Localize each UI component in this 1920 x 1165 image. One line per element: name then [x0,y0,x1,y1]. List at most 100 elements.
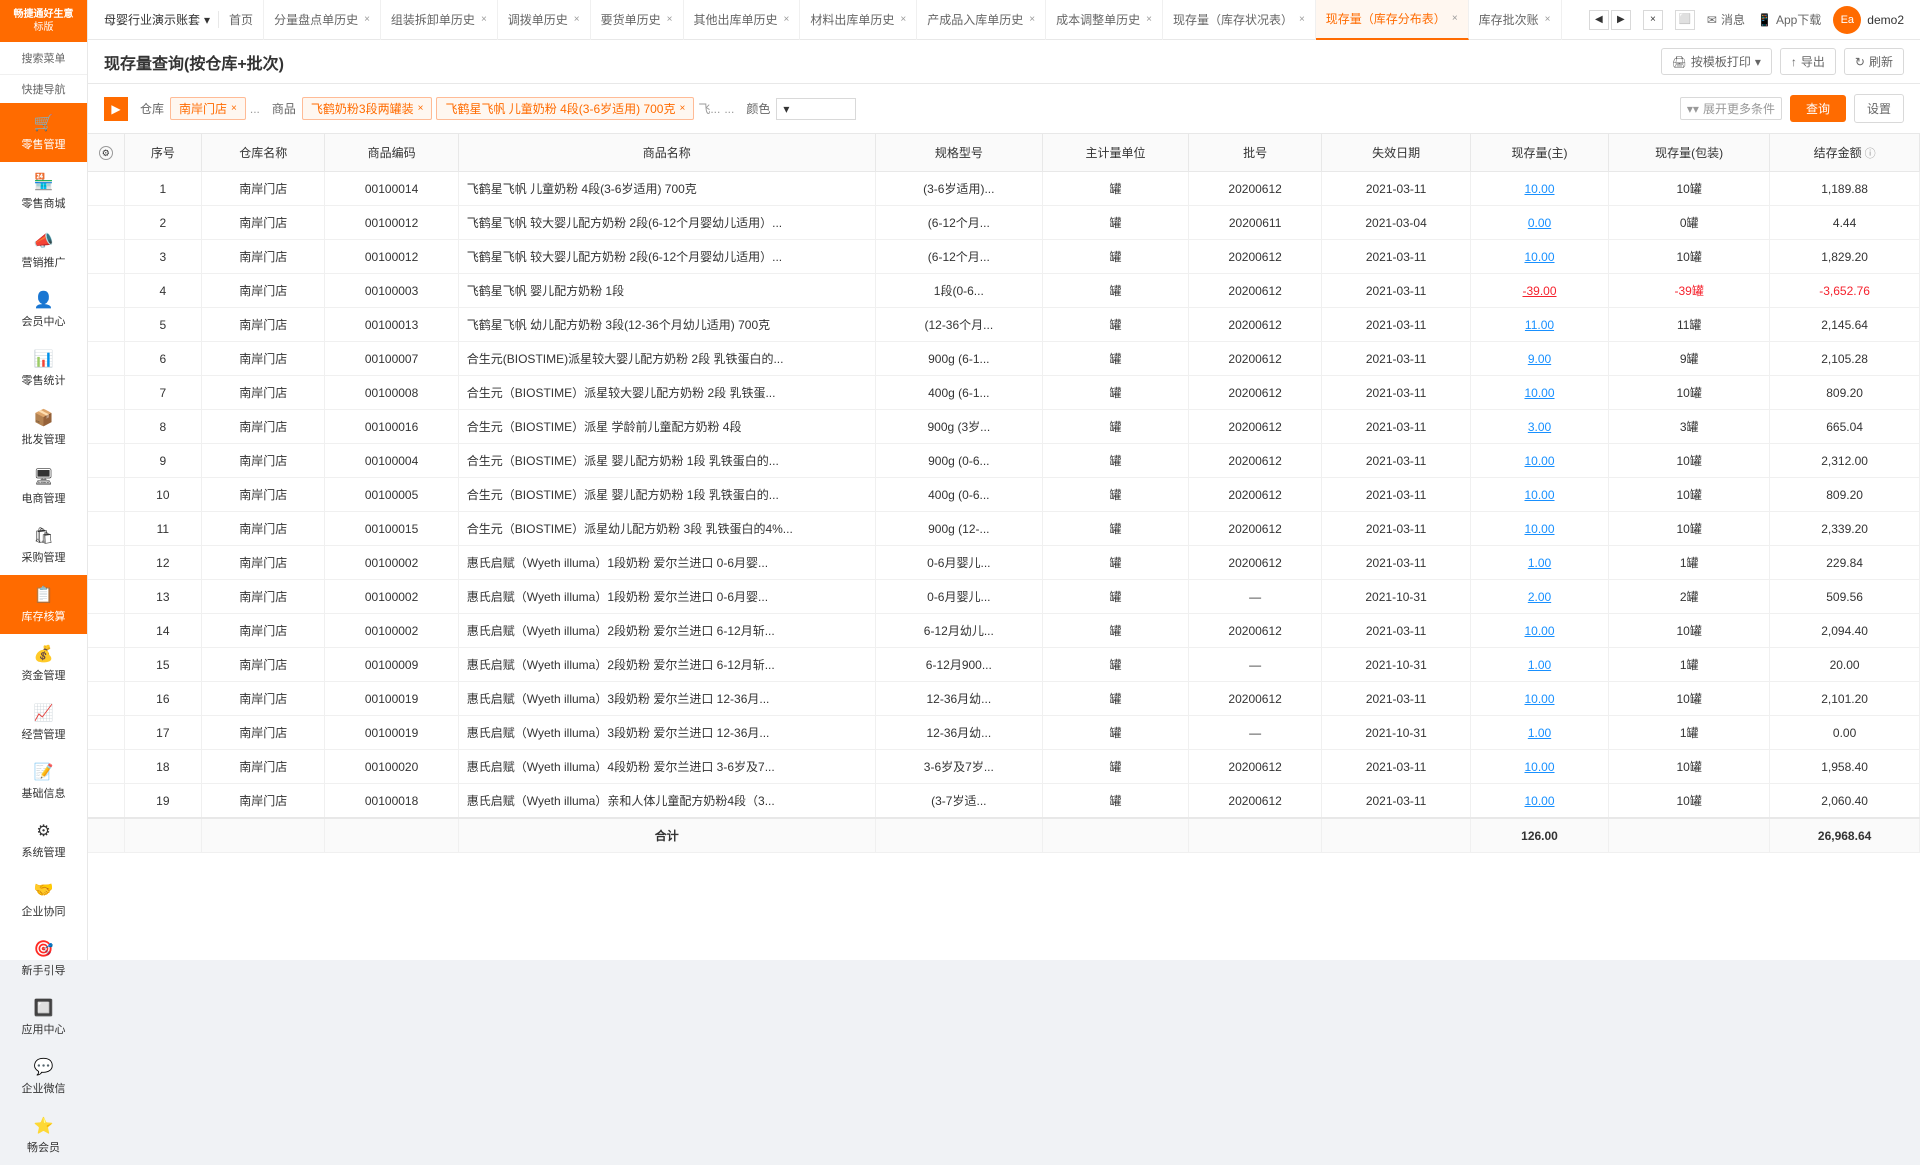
row-qty-main[interactable]: 10.00 [1470,512,1608,546]
sidebar-item-sys-mgmt[interactable]: ⚙ 系统管理 [0,811,87,870]
row-qty-main[interactable]: 11.00 [1470,308,1608,342]
table-row: 15 南岸门店 00100009 惠氏启赋（Wyeth illuma）2段奶粉 … [88,648,1920,682]
info-icon[interactable]: ⓘ [1865,145,1876,161]
sidebar-item-inventory[interactable]: 📋 库存核算 [0,575,87,634]
sidebar-item-retail-mgmt[interactable]: 🛒 零售管理 [0,103,87,162]
tab-cost-adjust-history[interactable]: 成本调整单历史 × [1046,0,1163,40]
warehouse-ellipsis[interactable]: ... [250,102,260,116]
row-expiry: 2021-03-11 [1322,308,1471,342]
tab-home[interactable]: 首页 [219,0,264,40]
tab-close-icon[interactable]: × [667,14,673,25]
color-dropdown[interactable]: ▾ [776,98,856,120]
print-button[interactable]: 🖨 按模板打印 ▾ [1661,48,1772,75]
product-tag-1-close[interactable]: × [418,103,424,114]
row-qty-main[interactable]: 10.00 [1470,478,1608,512]
row-qty-main[interactable]: 10.00 [1470,784,1608,819]
sidebar-item-finance[interactable]: 💰 资金管理 [0,634,87,693]
tab-close-all-btn[interactable]: × [1643,10,1663,30]
tab-material-out-history[interactable]: 材料出库单历史 × [800,0,917,40]
refresh-button[interactable]: ↻ 刷新 [1844,48,1904,75]
setting-button[interactable]: 设置 [1854,94,1904,123]
row-qty-main[interactable]: 10.00 [1470,240,1608,274]
query-button[interactable]: 查询 [1790,95,1846,122]
export-button[interactable]: ↑ 导出 [1780,48,1836,75]
sidebar-item-operations[interactable]: 📈 经营管理 [0,693,87,752]
tab-search-history[interactable]: 调拨单历史 × [498,0,591,40]
tab-product-in-history[interactable]: 产成品入库单历史 × [917,0,1046,40]
tab-close-icon[interactable]: × [481,14,487,25]
row-product-code: 00100019 [325,682,458,716]
tab-close-icon[interactable]: × [1452,13,1458,24]
sidebar-item-label: 批发管理 [22,431,66,447]
sidebar-item-app-center[interactable]: 🔲 应用中心 [0,988,87,1047]
sidebar-item-member[interactable]: 👤 会员中心 [0,280,87,339]
product-ellipsis[interactable]: 飞... [698,100,720,117]
filter-expand-button[interactable]: ▶ [104,97,128,121]
sidebar-item-retail-stats[interactable]: 📊 零售统计 [0,339,87,398]
product-more-ellipsis[interactable]: ... [724,102,734,116]
message-btn[interactable]: ✉ 消息 [1707,11,1745,28]
row-qty-main[interactable]: 1.00 [1470,716,1608,750]
row-expiry: 2021-03-11 [1322,478,1471,512]
tab-expand-btn[interactable]: ⬜ [1675,10,1695,30]
app-download-btn[interactable]: 📱 App下载 [1757,11,1821,28]
sidebar-item-members[interactable]: ⭐ 畅会员 [0,1106,87,1165]
row-qty-main[interactable]: 10.00 [1470,172,1608,206]
row-checkbox-cell [88,206,124,240]
user-profile[interactable]: Ea demo2 [1833,6,1904,34]
sidebar-item-cooperation[interactable]: 🤝 企业协同 [0,870,87,929]
tab-close-icon[interactable]: × [574,14,580,25]
row-qty-main[interactable]: 1.00 [1470,648,1608,682]
row-qty-main[interactable]: 3.00 [1470,410,1608,444]
tab-portion-history[interactable]: 分量盘点单历史 × [264,0,381,40]
unit-column-header: 主计量单位 [1043,134,1189,172]
tab-other-out-history[interactable]: 其他出库单历史 × [684,0,801,40]
tab-close-icon[interactable]: × [784,14,790,25]
industry-selector[interactable]: 母婴行业演示账套 ▾ [96,11,219,28]
retail-stats-icon: 📊 [34,349,54,369]
row-qty-main[interactable]: 10.00 [1470,614,1608,648]
row-qty-main[interactable]: 10.00 [1470,682,1608,716]
row-unit: 罐 [1043,274,1189,308]
sidebar-item-ecommerce[interactable]: 🖥 电商管理 [0,457,87,516]
tab-close-icon[interactable]: × [900,14,906,25]
tab-close-icon[interactable]: × [364,14,370,25]
tab-close-icon[interactable]: × [1146,14,1152,25]
row-qty-main[interactable]: -39.00 [1470,274,1608,308]
row-balance: 0.00 [1770,716,1920,750]
tab-disassembly-history[interactable]: 组装拆卸单历史 × [381,0,498,40]
settings-icon[interactable]: ⚙ [99,146,113,160]
industry-dropdown-icon: ▾ [204,13,210,27]
tab-close-icon[interactable]: × [1029,14,1035,25]
tab-current-qty-status[interactable]: 现存量（库存状况表） × [1163,0,1316,40]
sidebar-item-marketing[interactable]: 📣 营销推广 [0,221,87,280]
nav-next-arrow[interactable]: ▶ [1611,10,1631,30]
nav-prev-arrow[interactable]: ◀ [1589,10,1609,30]
tab-batch-voucher[interactable]: 库存批次账 × [1469,0,1562,40]
row-qty-main[interactable]: 2.00 [1470,580,1608,614]
row-qty-main[interactable]: 0.00 [1470,206,1608,240]
settings-column-header[interactable]: ⚙ [88,134,124,172]
sidebar-item-purchase[interactable]: 🛍 采购管理 [0,516,87,575]
tab-close-icon[interactable]: × [1545,14,1551,25]
product-tag-2-close[interactable]: × [679,103,685,114]
row-qty-main[interactable]: 9.00 [1470,342,1608,376]
sidebar-item-enterprise-wechat[interactable]: 💬 企业微信 [0,1047,87,1106]
sidebar-item-wholesale[interactable]: 📦 批发管理 [0,398,87,457]
search-menu[interactable]: 搜索菜单 [0,42,87,75]
row-qty-main[interactable]: 10.00 [1470,750,1608,784]
sidebar-item-base-info[interactable]: 📝 基础信息 [0,752,87,811]
row-qty-main[interactable]: 10.00 [1470,444,1608,478]
print-icon: 🖨 [1672,55,1687,69]
row-qty-main[interactable]: 10.00 [1470,376,1608,410]
tab-current-qty-dist[interactable]: 现存量（库存分布表） × [1316,0,1469,40]
sidebar-item-new-guide[interactable]: 🎯 新手引导 [0,929,87,988]
warehouse-tag-close[interactable]: × [231,103,237,114]
tab-close-icon[interactable]: × [1299,14,1305,25]
row-qty-main[interactable]: 1.00 [1470,546,1608,580]
tab-require-history[interactable]: 要货单历史 × [591,0,684,40]
enterprise-wechat-icon: 💬 [34,1057,54,1077]
member-icon: 👤 [34,290,54,310]
sidebar-item-retail-shop[interactable]: 🏪 零售商城 [0,162,87,221]
expand-more-button[interactable]: ▾▾ 展开更多条件 [1680,97,1782,120]
